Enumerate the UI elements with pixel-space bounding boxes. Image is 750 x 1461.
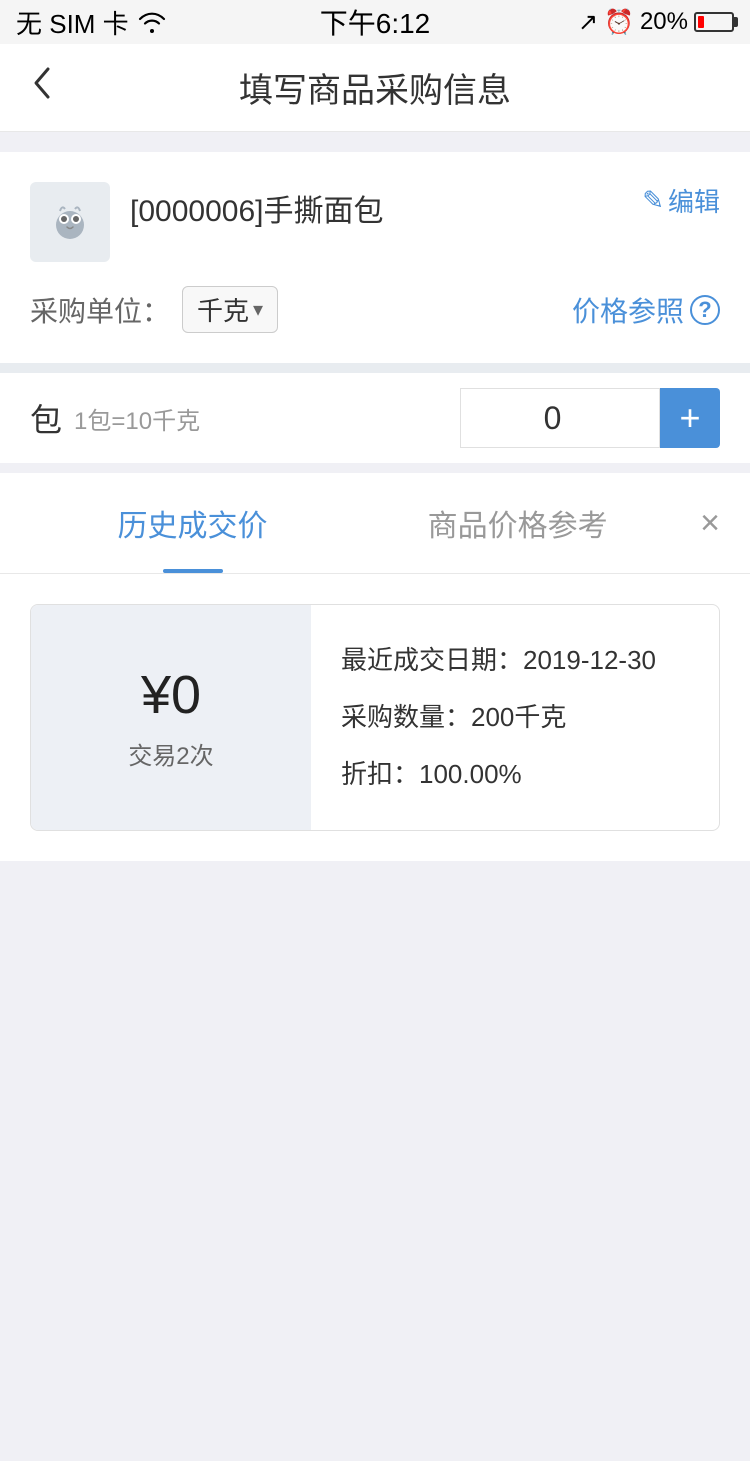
discount-row: 折扣：100.00%	[341, 755, 689, 794]
tabs-panel: 历史成交价 商品价格参考 × ¥0 交易2次 最近成交日期：2019-12-30…	[0, 473, 750, 861]
price-ref-button[interactable]: 价格参照 ?	[572, 290, 720, 330]
edit-label: 编辑	[668, 182, 720, 219]
quantity-input[interactable]	[460, 388, 660, 448]
empty-area	[0, 861, 750, 1461]
status-time: 下午6:12	[320, 2, 431, 42]
price-history-card: ¥0 交易2次 最近成交日期：2019-12-30 采购数量：200千克 折扣：…	[30, 604, 720, 831]
section-divider	[0, 363, 750, 373]
page-title: 填写商品采购信息	[239, 63, 511, 112]
recent-date-row: 最近成交日期：2019-12-30	[341, 641, 689, 680]
status-bar: 无 SIM 卡 下午6:12 ↗ ⏰ 20%	[0, 0, 750, 44]
wifi-icon	[137, 11, 167, 33]
status-right: ↗ ⏰ 20%	[578, 8, 734, 37]
tabs-header: 历史成交价 商品价格参考 ×	[0, 473, 750, 574]
qty-convert: 1包=10千克	[74, 401, 200, 436]
quantity-label: 包 1包=10千克	[30, 395, 200, 441]
battery-bar	[694, 12, 734, 32]
discount-value: 100.00%	[419, 759, 522, 789]
carrier-text: 无 SIM 卡	[16, 4, 129, 41]
product-unit-row: 采购单位： 千克 ▾ 价格参照 ?	[30, 286, 720, 333]
unit-value: 千克	[197, 291, 249, 328]
product-name: [0000006]手撕面包	[130, 182, 383, 230]
price-history-right: 最近成交日期：2019-12-30 采购数量：200千克 折扣：100.00%	[311, 605, 719, 830]
alarm-icon: ⏰	[604, 8, 634, 37]
back-button[interactable]	[30, 55, 64, 120]
qty-unit: 包	[30, 395, 62, 441]
edit-icon: ✎	[642, 185, 664, 216]
tab-content: ¥0 交易2次 最近成交日期：2019-12-30 采购数量：200千克 折扣：…	[0, 574, 750, 861]
qty-label: 采购数量：	[341, 702, 471, 732]
recent-date-value: 2019-12-30	[523, 645, 656, 675]
tab-close-button[interactable]: ×	[680, 484, 720, 563]
battery-pct: 20%	[640, 8, 688, 36]
price-history-left: ¥0 交易2次	[31, 605, 311, 830]
unit-prefix: 采购单位：	[30, 290, 170, 330]
unit-left: 采购单位： 千克 ▾	[30, 286, 278, 333]
dropdown-arrow-icon: ▾	[253, 297, 263, 322]
product-left: [0000006]手撕面包	[30, 182, 383, 262]
qty-plus-button[interactable]: +	[660, 388, 720, 448]
price-ref-label: 价格参照	[572, 290, 684, 330]
product-thumbnail	[30, 182, 110, 262]
help-circle-icon: ?	[690, 295, 720, 325]
qty-row: 采购数量：200千克	[341, 698, 689, 737]
location-icon: ↗	[578, 8, 598, 37]
unit-select[interactable]: 千克 ▾	[182, 286, 278, 333]
battery-fill	[698, 16, 704, 28]
tab-price-ref[interactable]: 商品价格参考	[355, 473, 680, 573]
discount-label: 折扣：	[341, 759, 419, 789]
header: 填写商品采购信息	[0, 44, 750, 132]
price-value: ¥0	[141, 664, 201, 726]
product-card: [0000006]手撕面包 ✎ 编辑 采购单位： 千克 ▾ 价格参照 ?	[0, 152, 750, 363]
tab-history-price[interactable]: 历史成交价	[30, 473, 355, 573]
quantity-row: 包 1包=10千克 +	[0, 373, 750, 463]
status-left: 无 SIM 卡	[16, 4, 167, 41]
tab-history-label: 历史成交价	[118, 510, 268, 543]
product-image-icon	[45, 197, 95, 247]
product-top: [0000006]手撕面包 ✎ 编辑	[30, 182, 720, 262]
quantity-input-group: +	[460, 388, 720, 448]
qty-value: 200千克	[471, 702, 566, 732]
trade-count: 交易2次	[128, 736, 213, 771]
edit-button[interactable]: ✎ 编辑	[642, 182, 720, 219]
recent-date-label: 最近成交日期：	[341, 645, 523, 675]
tab-price-ref-label: 商品价格参考	[428, 510, 608, 543]
